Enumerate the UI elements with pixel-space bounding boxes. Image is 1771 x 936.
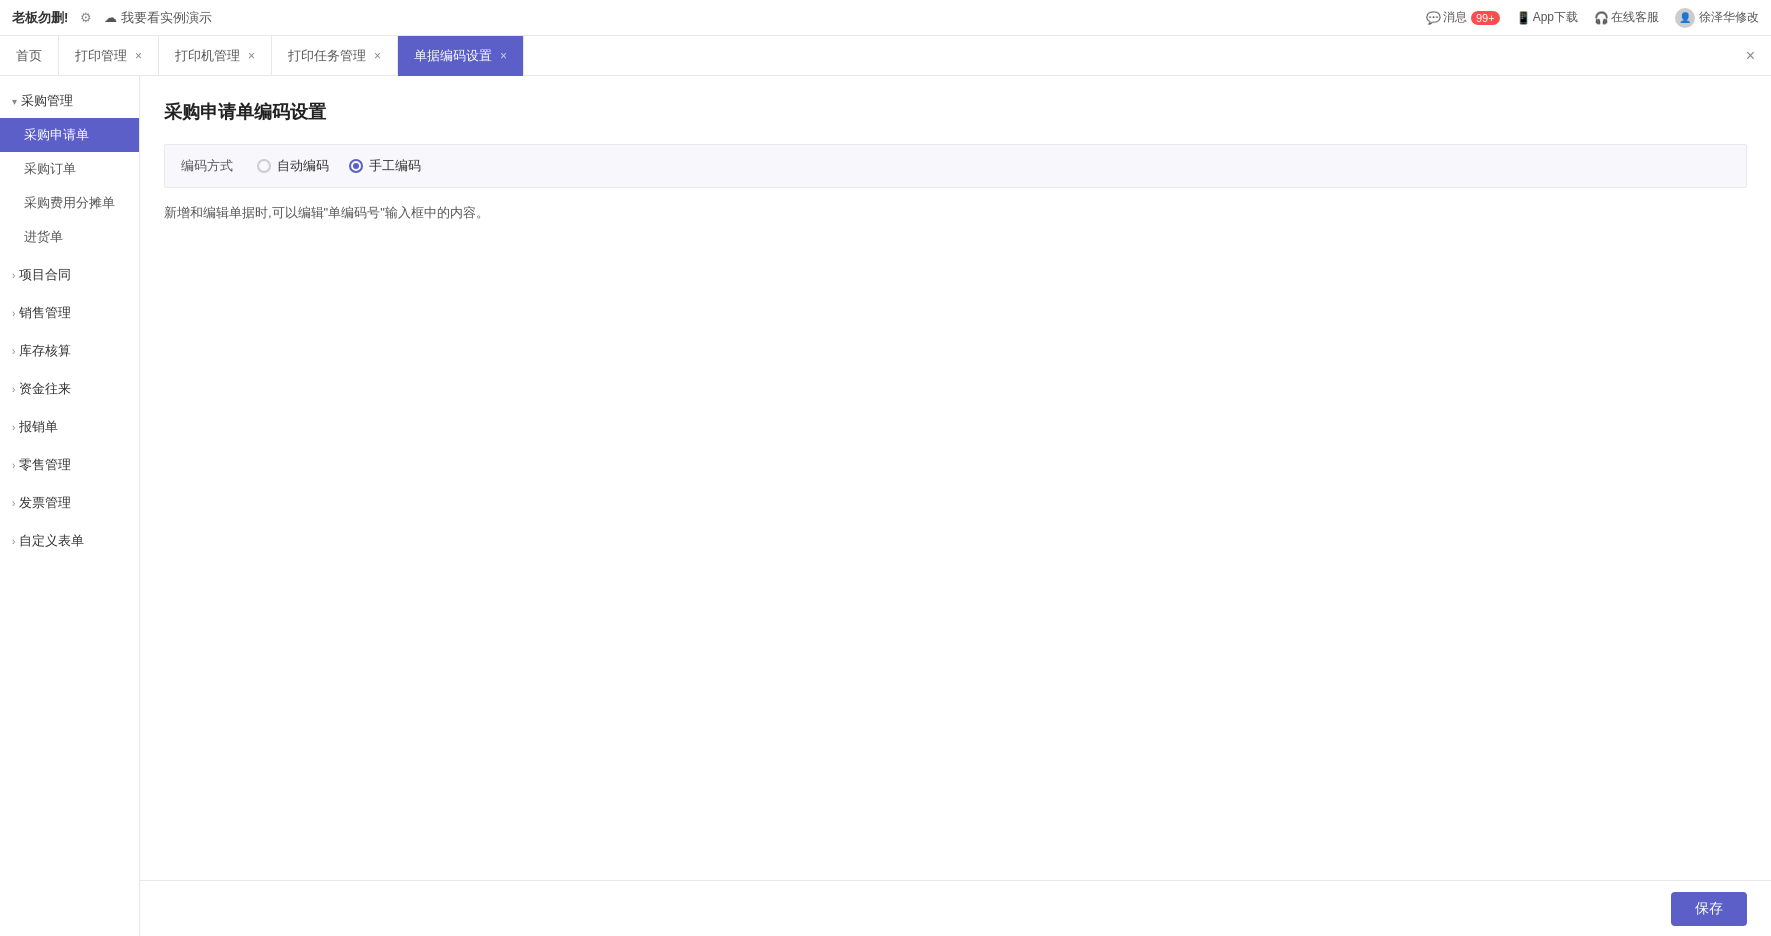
demo-icon: ☁ bbox=[104, 10, 117, 25]
radio-auto[interactable]: 自动编码 bbox=[257, 157, 329, 175]
sidebar-group-project-contract: › 项目合同 bbox=[0, 258, 139, 292]
sidebar-group-reimbursement: › 报销单 bbox=[0, 410, 139, 444]
app-download[interactable]: 📱 App下载 bbox=[1516, 9, 1578, 26]
sidebar-group-sales-title[interactable]: › 销售管理 bbox=[0, 296, 139, 330]
arrow-right-icon-8: › bbox=[12, 536, 15, 547]
tab-bar-close-all[interactable]: × bbox=[1730, 47, 1771, 65]
sidebar-group-project-contract-title[interactable]: › 项目合同 bbox=[0, 258, 139, 292]
demo-link[interactable]: ☁ 我要看实例演示 bbox=[104, 9, 212, 27]
tab-close-3[interactable]: × bbox=[374, 49, 381, 63]
tab-print-task-management[interactable]: 打印任务管理 × bbox=[272, 36, 398, 76]
sidebar-group-inventory-title[interactable]: › 库存核算 bbox=[0, 334, 139, 368]
top-bar-right: 💬 消息 99+ 📱 App下载 🎧 在线客服 👤 徐泽华修改 bbox=[1426, 8, 1759, 28]
sidebar-group-retail-title[interactable]: › 零售管理 bbox=[0, 448, 139, 482]
sidebar-item-stock-in[interactable]: 进货单 bbox=[0, 220, 139, 254]
arrow-right-icon-2: › bbox=[12, 308, 15, 319]
save-button[interactable]: 保存 bbox=[1671, 892, 1747, 926]
content-footer: 保存 bbox=[140, 880, 1771, 936]
sidebar-group-purchase-title[interactable]: ▾ 采购管理 bbox=[0, 84, 139, 118]
sidebar: ▾ 采购管理 采购申请单 采购订单 采购费用分摊单 进货单 › 项目合同 › 销… bbox=[0, 76, 140, 936]
sidebar-group-purchase: ▾ 采购管理 采购申请单 采购订单 采购费用分摊单 进货单 bbox=[0, 84, 139, 254]
arrow-down-icon: ▾ bbox=[12, 96, 17, 107]
message-badge: 99+ bbox=[1471, 11, 1500, 25]
tab-document-code-settings[interactable]: 单据编码设置 × bbox=[398, 36, 524, 76]
layout: ▾ 采购管理 采购申请单 采购订单 采购费用分摊单 进货单 › 项目合同 › 销… bbox=[0, 76, 1771, 936]
service-icon: 🎧 bbox=[1594, 11, 1609, 25]
tab-print-management[interactable]: 打印管理 × bbox=[59, 36, 159, 76]
top-bar: 老板勿删! ⚙ ☁ 我要看实例演示 💬 消息 99+ 📱 App下载 🎧 在线客… bbox=[0, 0, 1771, 36]
app-icon: 📱 bbox=[1516, 11, 1531, 25]
message-area[interactable]: 💬 消息 99+ bbox=[1426, 9, 1500, 26]
sidebar-group-invoice: › 发票管理 bbox=[0, 486, 139, 520]
settings-icon[interactable]: ⚙ bbox=[80, 10, 92, 25]
encoding-label: 编码方式 bbox=[181, 157, 233, 175]
tab-bar: 首页 打印管理 × 打印机管理 × 打印任务管理 × 单据编码设置 × × bbox=[0, 36, 1771, 76]
content-wrapper: 采购申请单编码设置 编码方式 自动编码 手工编码 bbox=[140, 76, 1771, 936]
sidebar-group-funds-title[interactable]: › 资金往来 bbox=[0, 372, 139, 406]
sidebar-group-retail: › 零售管理 bbox=[0, 448, 139, 482]
tab-close-1[interactable]: × bbox=[135, 49, 142, 63]
encoding-row: 编码方式 自动编码 手工编码 bbox=[164, 144, 1747, 188]
hint-text: 新增和编辑单据时,可以编辑"单编码号"输入框中的内容。 bbox=[164, 204, 1747, 222]
sidebar-group-custom-form-title[interactable]: › 自定义表单 bbox=[0, 524, 139, 558]
sidebar-group-custom-form: › 自定义表单 bbox=[0, 524, 139, 558]
main-content: 采购申请单编码设置 编码方式 自动编码 手工编码 bbox=[140, 76, 1771, 936]
tab-home[interactable]: 首页 bbox=[0, 36, 59, 76]
sidebar-item-purchase-expense[interactable]: 采购费用分摊单 bbox=[0, 186, 139, 220]
tab-close-2[interactable]: × bbox=[248, 49, 255, 63]
arrow-right-icon-1: › bbox=[12, 270, 15, 281]
sidebar-group-inventory: › 库存核算 bbox=[0, 334, 139, 368]
radio-auto-circle bbox=[257, 159, 271, 173]
sidebar-group-reimbursement-title[interactable]: › 报销单 bbox=[0, 410, 139, 444]
top-bar-left: 老板勿删! ⚙ ☁ 我要看实例演示 bbox=[12, 9, 212, 27]
page-title: 采购申请单编码设置 bbox=[164, 100, 1747, 124]
radio-manual[interactable]: 手工编码 bbox=[349, 157, 421, 175]
arrow-right-icon-6: › bbox=[12, 460, 15, 471]
online-service[interactable]: 🎧 在线客服 bbox=[1594, 9, 1659, 26]
sidebar-group-funds: › 资金往来 bbox=[0, 372, 139, 406]
sidebar-item-purchase-order[interactable]: 采购订单 bbox=[0, 152, 139, 186]
sidebar-item-purchase-request[interactable]: 采购申请单 bbox=[0, 118, 139, 152]
logo-text: 老板勿删! bbox=[12, 9, 68, 27]
tab-close-4[interactable]: × bbox=[500, 49, 507, 63]
user-avatar: 👤 bbox=[1675, 8, 1695, 28]
arrow-right-icon-3: › bbox=[12, 346, 15, 357]
radio-group: 自动编码 手工编码 bbox=[257, 157, 421, 175]
tab-printer-management[interactable]: 打印机管理 × bbox=[159, 36, 272, 76]
content-area: 采购申请单编码设置 编码方式 自动编码 手工编码 bbox=[140, 76, 1771, 880]
message-icon: 💬 bbox=[1426, 11, 1441, 25]
arrow-right-icon-4: › bbox=[12, 384, 15, 395]
arrow-right-icon-5: › bbox=[12, 422, 15, 433]
user-area[interactable]: 👤 徐泽华修改 bbox=[1675, 8, 1759, 28]
radio-manual-circle bbox=[349, 159, 363, 173]
arrow-right-icon-7: › bbox=[12, 498, 15, 509]
sidebar-group-sales: › 销售管理 bbox=[0, 296, 139, 330]
sidebar-group-invoice-title[interactable]: › 发票管理 bbox=[0, 486, 139, 520]
